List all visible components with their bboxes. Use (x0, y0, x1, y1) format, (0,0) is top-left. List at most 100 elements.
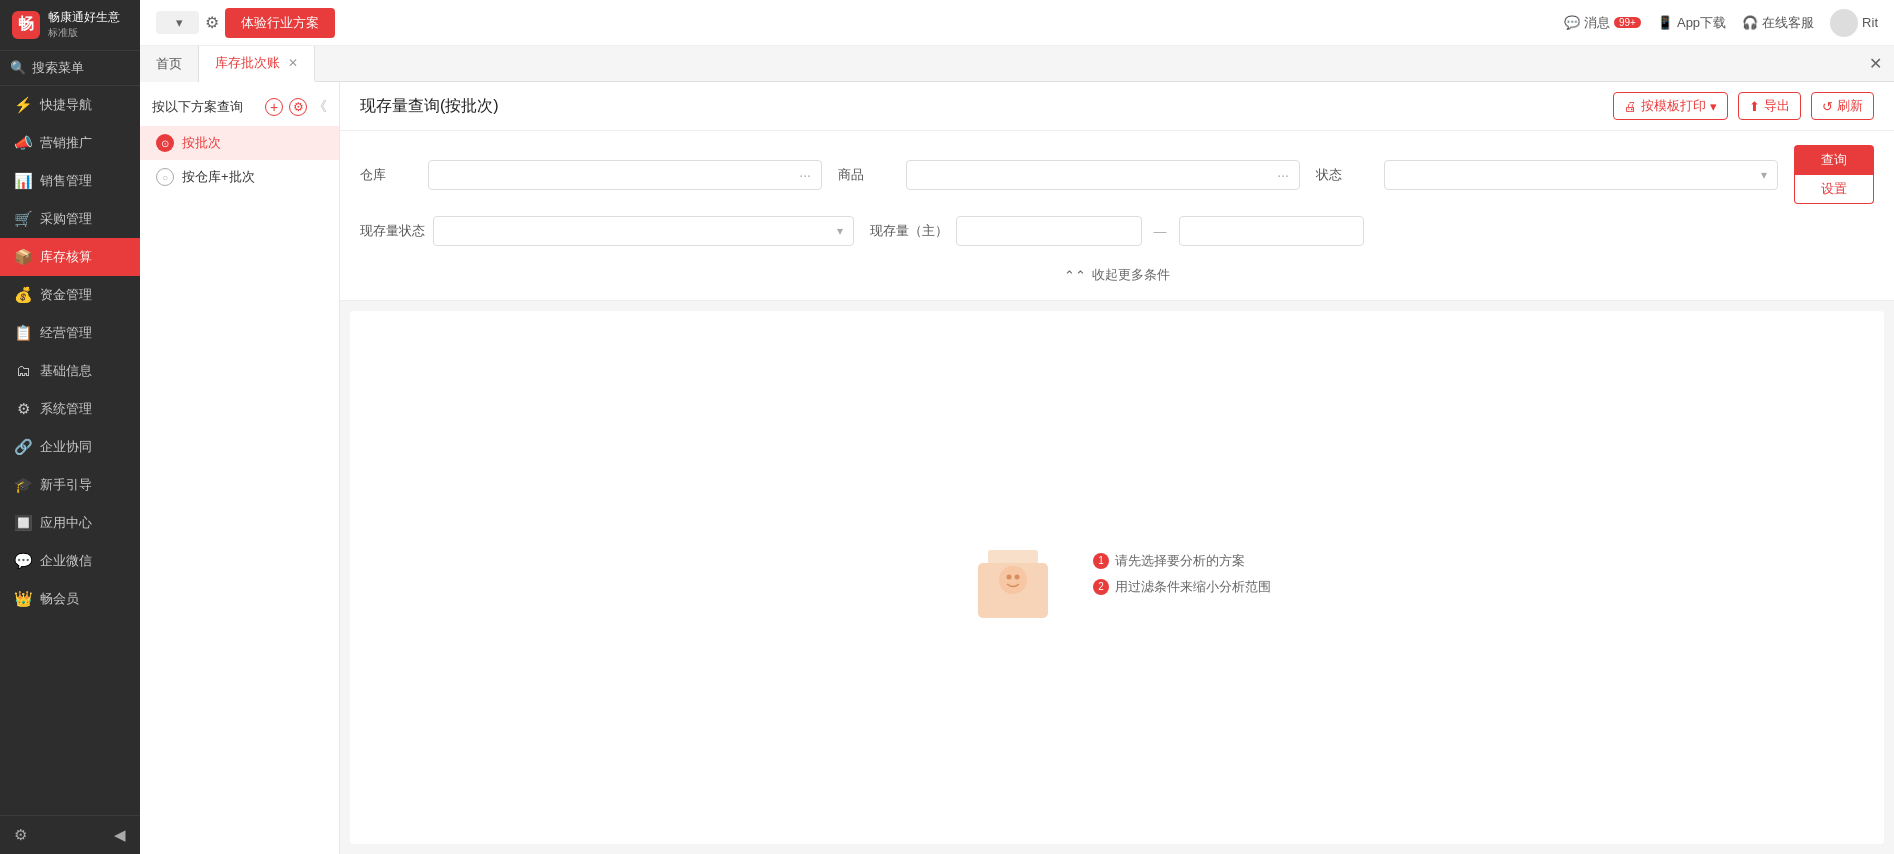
sidebar-item-label: 采购管理 (40, 210, 92, 228)
system-icon: ⚙ (14, 400, 32, 418)
sidebar-item-label: 快捷导航 (40, 96, 92, 114)
search-icon: 🔍 (10, 60, 26, 75)
sidebar-item-shortcuts[interactable]: ⚡ 快捷导航 (0, 86, 140, 124)
topbar-gear-icon[interactable]: ⚙ (205, 13, 219, 32)
stock-qty-min-input[interactable] (956, 216, 1142, 246)
status-select[interactable]: ▾ (1384, 160, 1778, 190)
print-label: 按模板打印 (1641, 97, 1706, 115)
newbie-icon: 🎓 (14, 476, 32, 494)
brand-info: 畅康通好生意 标准版 (48, 10, 120, 40)
print-btn[interactable]: 🖨 按模板打印 ▾ (1613, 92, 1728, 120)
messages-btn[interactable]: 💬 消息 99+ (1564, 14, 1641, 32)
tab-home[interactable]: 首页 (140, 46, 199, 82)
avatar (1830, 9, 1858, 37)
refresh-btn[interactable]: ↺ 刷新 (1811, 92, 1874, 120)
query-btn[interactable]: 查询 (1794, 145, 1874, 175)
left-panel-actions: + ⚙ 《 (265, 98, 327, 116)
sidebar-item-operations[interactable]: 📋 经营管理 (0, 314, 140, 352)
scheme-settings-btn[interactable]: ⚙ (289, 98, 307, 116)
scheme-inactive-icon: ○ (156, 168, 174, 186)
filter-buttons: 查询 设置 (1794, 145, 1874, 204)
sidebar-item-label: 经营管理 (40, 324, 92, 342)
sidebar-item-member[interactable]: 👑 畅会员 (0, 580, 140, 618)
empty-illustration (963, 528, 1063, 628)
tab-close-icon[interactable]: ✕ (288, 56, 298, 70)
sidebar-item-sales[interactable]: 📊 销售管理 (0, 162, 140, 200)
chevron-down-icon: ▾ (1761, 168, 1767, 182)
stock-qty-max-input[interactable] (1179, 216, 1365, 246)
sidebar-item-label: 畅会员 (40, 590, 79, 608)
stock-status-label: 现存量状态 (360, 222, 425, 240)
messages-badge: 99+ (1614, 17, 1641, 28)
left-panel-title: 按以下方案查询 (152, 98, 243, 116)
sidebar-item-label: 企业微信 (40, 552, 92, 570)
page-title: 现存量查询(按批次) (360, 96, 499, 117)
sales-icon: 📊 (14, 172, 32, 190)
stock-qty-label: 现存量（主） (870, 222, 948, 240)
settings-footer-icon[interactable]: ⚙ (14, 826, 27, 844)
warehouse-dots-icon[interactable]: ··· (799, 167, 811, 183)
step2-num: 2 (1093, 579, 1109, 595)
sidebar-item-enterprise[interactable]: 🔗 企业协同 (0, 428, 140, 466)
tab-batch[interactable]: 库存批次账 ✕ (199, 46, 315, 82)
sidebar-item-inventory[interactable]: 📦 库存核算 (0, 238, 140, 276)
online-service-btn[interactable]: 🎧 在线客服 (1742, 14, 1814, 32)
member-icon: 👑 (14, 590, 32, 608)
chevron-down-icon: ▾ (837, 224, 843, 238)
sidebar-item-purchase[interactable]: 🛒 采购管理 (0, 200, 140, 238)
app-logo: 畅 (12, 11, 40, 39)
brand-sub: 标准版 (48, 26, 120, 40)
headset-icon: 🎧 (1742, 15, 1758, 30)
collapse-more-btn[interactable]: ⌃⌃ 收起更多条件 (360, 258, 1874, 286)
warehouse-filter: 仓库 ··· (360, 160, 822, 190)
sidebar-item-newbie[interactable]: 🎓 新手引导 (0, 466, 140, 504)
scheme-label: 按仓库+批次 (182, 168, 255, 186)
shortcuts-icon: ⚡ (14, 96, 32, 114)
scheme-item-warehouse-batch[interactable]: ○ 按仓库+批次 (140, 160, 339, 194)
left-panel: 按以下方案查询 + ⚙ 《 ⊙ 按批次 ○ 按仓库+批次 (140, 82, 340, 854)
sidebar: 畅 畅康通好生意 标准版 🔍 搜索菜单 ⚡ 快捷导航 📣 营销推广 📊 销售管理… (0, 0, 140, 854)
sidebar-item-apps[interactable]: 🔲 应用中心 (0, 504, 140, 542)
stock-status-filter: 现存量状态 ▾ (360, 216, 854, 246)
empty-state: 1 请先选择要分析的方案 2 用过滤条件来缩小分析范围 (350, 311, 1884, 844)
sidebar-search[interactable]: 🔍 搜索菜单 (0, 51, 140, 86)
settings-btn[interactable]: 设置 (1794, 175, 1874, 204)
scheme-item-batch[interactable]: ⊙ 按批次 (140, 126, 339, 160)
apps-icon: 🔲 (14, 514, 32, 532)
sidebar-item-marketing[interactable]: 📣 营销推广 (0, 124, 140, 162)
product-dots-icon[interactable]: ··· (1277, 167, 1289, 183)
svg-point-2 (999, 566, 1027, 594)
sidebar-item-finance[interactable]: 💰 资金管理 (0, 276, 140, 314)
status-filter: 状态 ▾ (1316, 160, 1778, 190)
sidebar-item-system[interactable]: ⚙ 系统管理 (0, 390, 140, 428)
purchase-icon: 🛒 (14, 210, 32, 228)
svg-point-3 (1007, 574, 1012, 579)
sidebar-nav: ⚡ 快捷导航 📣 营销推广 📊 销售管理 🛒 采购管理 📦 库存核算 💰 资金管… (0, 86, 140, 815)
app-download-btn[interactable]: 📱 App下载 (1657, 14, 1726, 32)
add-scheme-btn[interactable]: + (265, 98, 283, 116)
print-dropdown-icon[interactable]: ▾ (1710, 99, 1717, 114)
dash-separator: — (1154, 224, 1167, 239)
product-filter: 商品 ··· (838, 160, 1300, 190)
sidebar-item-label: 应用中心 (40, 514, 92, 532)
sidebar-header: 畅 畅康通好生意 标准版 (0, 0, 140, 51)
user-menu[interactable]: Rit (1830, 9, 1878, 37)
topbar: ▾ ⚙ 体验行业方案 💬 消息 99+ 📱 App下载 🎧 在线客服 Rit (140, 0, 1894, 46)
sidebar-item-basics[interactable]: 🗂 基础信息 (0, 352, 140, 390)
warehouse-input[interactable]: ··· (428, 160, 822, 190)
export-btn[interactable]: ⬆ 导出 (1738, 92, 1801, 120)
collapse-panel-btn[interactable]: 《 (313, 98, 327, 116)
product-input[interactable]: ··· (906, 160, 1300, 190)
empty-step2: 2 用过滤条件来缩小分析范围 (1093, 578, 1271, 596)
industry-btn[interactable]: 体验行业方案 (225, 8, 335, 38)
empty-illustration-svg (963, 528, 1063, 628)
sidebar-item-wechat[interactable]: 💬 企业微信 (0, 542, 140, 580)
stock-status-select[interactable]: ▾ (433, 216, 854, 246)
nav-dropdown[interactable]: ▾ (156, 11, 199, 34)
step1-num: 1 (1093, 553, 1109, 569)
collapse-sidebar-icon[interactable]: ◀ (114, 826, 126, 844)
empty-step1: 1 请先选择要分析的方案 (1093, 552, 1271, 570)
close-all-btn[interactable]: ✕ (1857, 54, 1894, 73)
refresh-icon: ↺ (1822, 99, 1833, 114)
sidebar-item-label: 企业协同 (40, 438, 92, 456)
